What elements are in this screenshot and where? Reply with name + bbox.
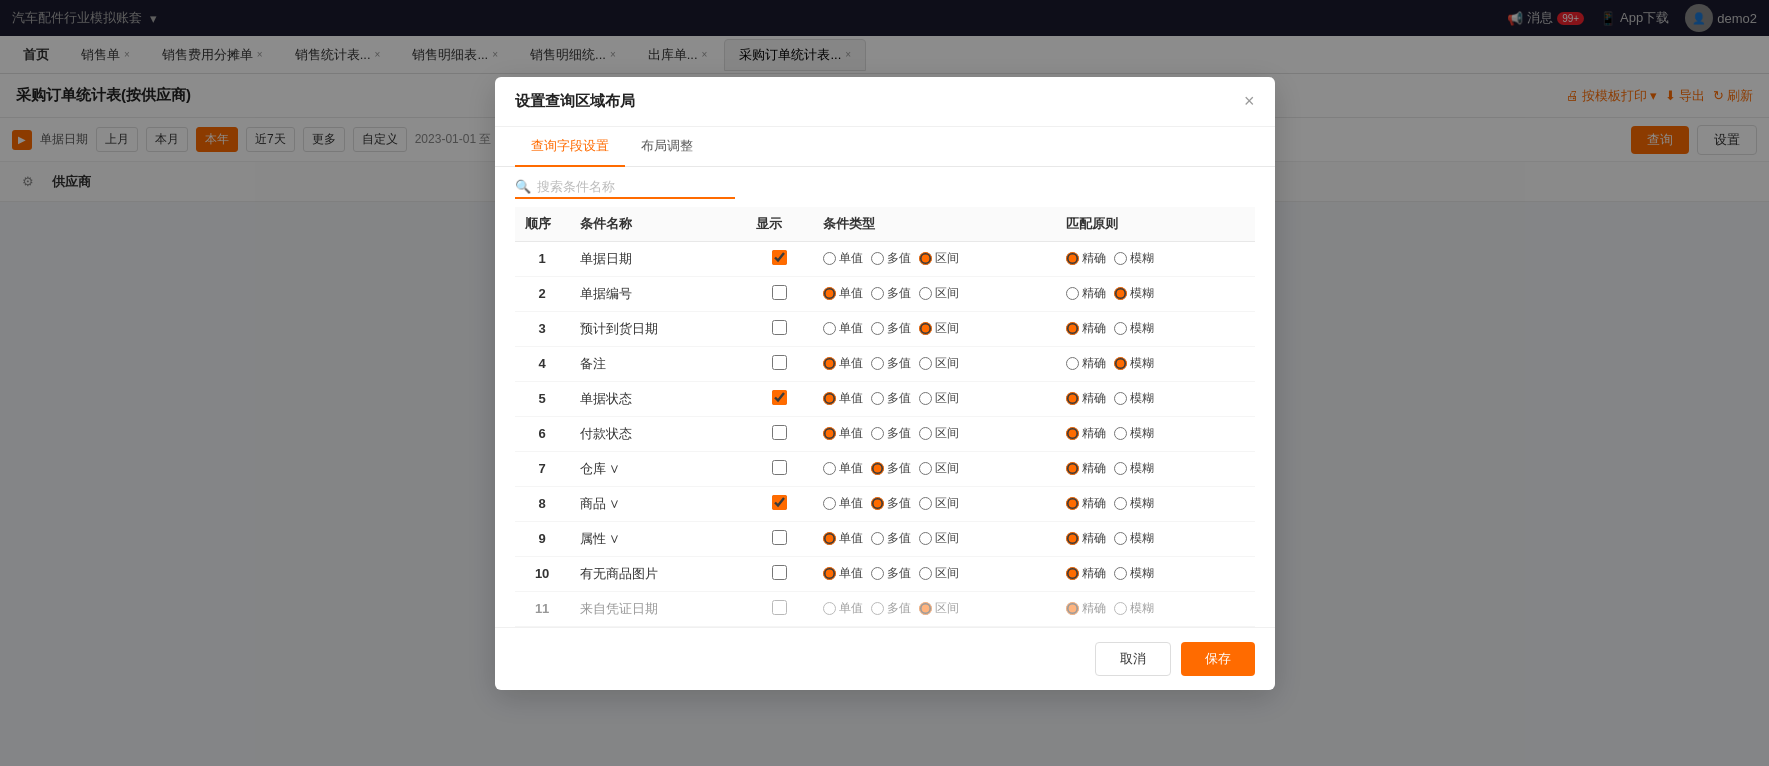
- modal-tabs: 查询字段设置 布局调整: [495, 127, 1275, 167]
- modal-header: 设置查询区域布局 ×: [495, 77, 1275, 127]
- search-box: 🔍: [515, 179, 735, 199]
- modal-tab-query-fields[interactable]: 查询字段设置: [515, 127, 625, 167]
- search-icon: 🔍: [515, 179, 531, 194]
- modal-close-btn[interactable]: ×: [1244, 91, 1255, 112]
- modal-search-area: 🔍: [495, 167, 1275, 203]
- modal-title: 设置查询区域布局: [515, 92, 635, 111]
- search-input[interactable]: [537, 179, 717, 194]
- modal-tab-layout[interactable]: 布局调整: [625, 127, 709, 167]
- modal-dialog: 设置查询区域布局 × 查询字段设置 布局调整 🔍 顺序 条件名称 显示: [495, 77, 1275, 203]
- modal-overlay: 设置查询区域布局 × 查询字段设置 布局调整 🔍 顺序 条件名称 显示: [0, 0, 1769, 202]
